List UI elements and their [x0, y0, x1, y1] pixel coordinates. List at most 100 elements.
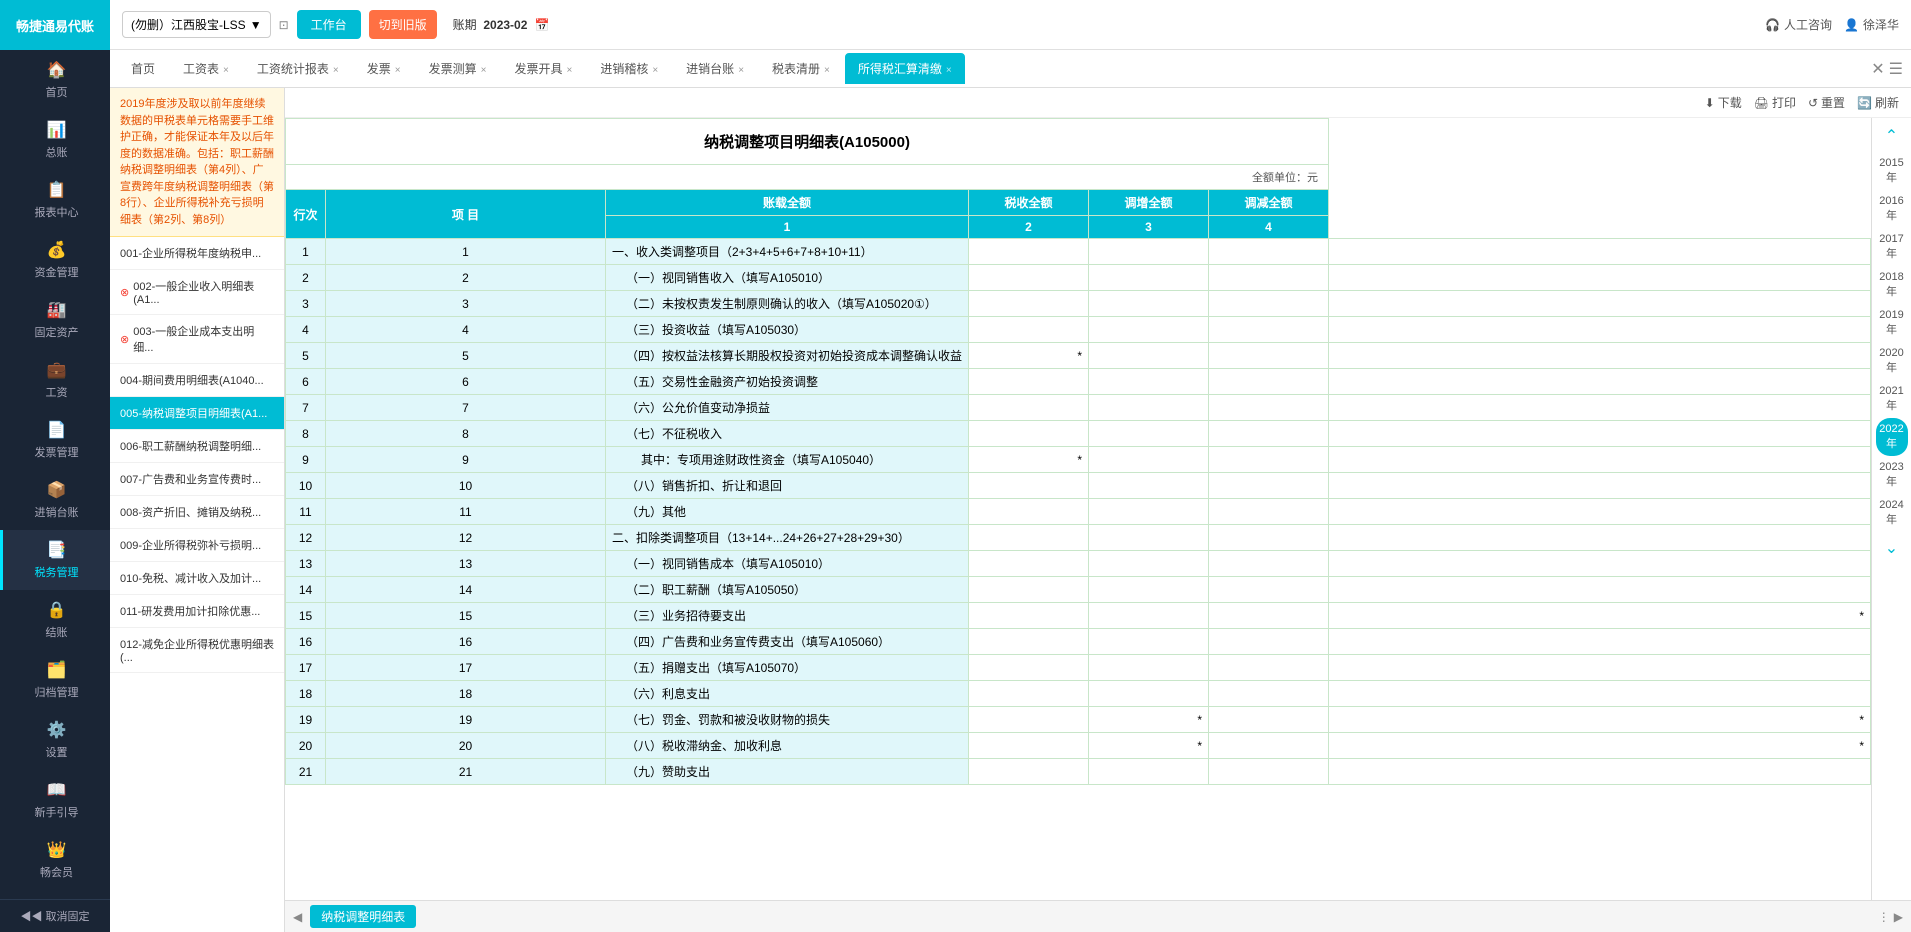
cell-v2-0[interactable]: [1089, 239, 1209, 265]
sidebar-item-总账[interactable]: 📊总账: [0, 110, 110, 170]
cell-v2-6[interactable]: [1089, 395, 1209, 421]
cell-v4-13[interactable]: [1329, 577, 1871, 603]
cell-v2-5[interactable]: [1089, 369, 1209, 395]
year-scroll-up[interactable]: ⌃: [1881, 122, 1902, 150]
cell-v4-0[interactable]: [1329, 239, 1871, 265]
cell-v1-11[interactable]: [969, 525, 1089, 551]
list-item-011[interactable]: 011-研发费用加计扣除优惠...: [110, 595, 284, 628]
cell-v2-3[interactable]: [1089, 317, 1209, 343]
nav-tab-4[interactable]: 发票测算×: [416, 53, 500, 84]
cell-v4-5[interactable]: [1329, 369, 1871, 395]
cell-v3-11[interactable]: [1209, 525, 1329, 551]
sidebar-item-进销台账[interactable]: 📦进销台账: [0, 470, 110, 530]
cell-v3-0[interactable]: [1209, 239, 1329, 265]
cell-v4-7[interactable]: [1329, 421, 1871, 447]
cell-v4-9[interactable]: [1329, 473, 1871, 499]
cell-v3-20[interactable]: [1209, 759, 1329, 785]
close-tabs-icon[interactable]: ✕: [1871, 59, 1884, 79]
nav-tab-9[interactable]: 所得税汇算清缴×: [845, 53, 965, 84]
sidebar-item-归档管理[interactable]: 🗂️归档管理: [0, 650, 110, 710]
cell-v2-13[interactable]: [1089, 577, 1209, 603]
cell-v1-17[interactable]: [969, 681, 1089, 707]
list-item-009[interactable]: 009-企业所得税弥补亏损明...: [110, 529, 284, 562]
cell-v1-0[interactable]: [969, 239, 1089, 265]
list-item-010[interactable]: 010-免税、减计收入及加计...: [110, 562, 284, 595]
more-tabs-icon[interactable]: ☰: [1889, 59, 1903, 79]
cell-v3-6[interactable]: [1209, 395, 1329, 421]
cell-v1-15[interactable]: [969, 629, 1089, 655]
cell-v2-9[interactable]: [1089, 473, 1209, 499]
cell-v2-4[interactable]: [1089, 343, 1209, 369]
list-item-007[interactable]: 007-广告费和业务宣传费时...: [110, 463, 284, 496]
nav-tab-2[interactable]: 工资统计报表×: [244, 53, 352, 84]
list-item-002[interactable]: ⊗002-一般企业收入明细表(A1...: [110, 270, 284, 315]
cell-v3-10[interactable]: [1209, 499, 1329, 525]
tab-close-1[interactable]: ×: [223, 65, 229, 76]
sidebar-item-固定资产[interactable]: 🏭固定资产: [0, 290, 110, 350]
cell-v3-7[interactable]: [1209, 421, 1329, 447]
cell-v1-19[interactable]: [969, 733, 1089, 759]
sidebar-item-畅会员[interactable]: 👑畅会员: [0, 830, 110, 890]
pin-toggle[interactable]: ◀◀ 取消固定: [0, 899, 110, 932]
bottom-more-icon[interactable]: ⋮: [1878, 910, 1890, 924]
tab-close-5[interactable]: ×: [566, 65, 572, 76]
cell-v1-9[interactable]: [969, 473, 1089, 499]
list-item-008[interactable]: 008-资产折旧、摊销及纳税...: [110, 496, 284, 529]
cell-v2-20[interactable]: [1089, 759, 1209, 785]
sidebar-item-资金管理[interactable]: 💰资金管理: [0, 230, 110, 290]
year-btn-2024年[interactable]: 2024年: [1876, 494, 1908, 532]
cell-v3-8[interactable]: [1209, 447, 1329, 473]
year-btn-2017年[interactable]: 2017年: [1876, 228, 1908, 266]
cell-v3-4[interactable]: [1209, 343, 1329, 369]
cell-v3-5[interactable]: [1209, 369, 1329, 395]
tab-close-2[interactable]: ×: [333, 65, 339, 76]
cell-v3-1[interactable]: [1209, 265, 1329, 291]
cell-v3-16[interactable]: [1209, 655, 1329, 681]
cell-v1-6[interactable]: [969, 395, 1089, 421]
cell-v4-15[interactable]: [1329, 629, 1871, 655]
bottom-tab-0[interactable]: 纳税调整明细表: [310, 905, 416, 928]
cell-v4-2[interactable]: [1329, 291, 1871, 317]
cell-v3-18[interactable]: [1209, 707, 1329, 733]
nav-tab-7[interactable]: 进销台账×: [673, 53, 757, 84]
year-btn-2015年[interactable]: 2015年: [1876, 152, 1908, 190]
cell-v1-20[interactable]: [969, 759, 1089, 785]
cell-v3-12[interactable]: [1209, 551, 1329, 577]
company-selector[interactable]: (勿删）江西股宝-LSS ▼: [122, 11, 271, 38]
service-button[interactable]: 🎧 人工咨询: [1765, 16, 1832, 33]
cell-v3-19[interactable]: [1209, 733, 1329, 759]
sidebar-item-工资[interactable]: 💼工资: [0, 350, 110, 410]
cell-v2-14[interactable]: [1089, 603, 1209, 629]
cell-v2-18[interactable]: *: [1089, 707, 1209, 733]
cell-v1-13[interactable]: [969, 577, 1089, 603]
cell-v3-9[interactable]: [1209, 473, 1329, 499]
cell-v2-8[interactable]: [1089, 447, 1209, 473]
sidebar-item-新手引导[interactable]: 📖新手引导: [0, 770, 110, 830]
user-menu[interactable]: 👤 徐泽华: [1844, 16, 1899, 33]
cell-v1-5[interactable]: [969, 369, 1089, 395]
cell-v1-14[interactable]: [969, 603, 1089, 629]
year-btn-2020年[interactable]: 2020年: [1876, 342, 1908, 380]
cell-v1-4[interactable]: *: [969, 343, 1089, 369]
cell-v4-4[interactable]: [1329, 343, 1871, 369]
cell-v4-14[interactable]: *: [1329, 603, 1871, 629]
sidebar-item-结账[interactable]: 🔒结账: [0, 590, 110, 650]
copy-icon[interactable]: ⊡: [279, 18, 289, 32]
cell-v1-8[interactable]: *: [969, 447, 1089, 473]
tab-close-3[interactable]: ×: [395, 65, 401, 76]
cell-v4-3[interactable]: [1329, 317, 1871, 343]
cell-v3-3[interactable]: [1209, 317, 1329, 343]
sidebar-item-设置[interactable]: ⚙️设置: [0, 710, 110, 770]
cell-v1-3[interactable]: [969, 317, 1089, 343]
download-button[interactable]: ⬇ 下载: [1705, 94, 1742, 111]
old-version-button[interactable]: 切到旧版: [369, 10, 437, 39]
nav-tab-8[interactable]: 税表清册×: [759, 53, 843, 84]
cell-v4-8[interactable]: [1329, 447, 1871, 473]
nav-tab-5[interactable]: 发票开具×: [501, 53, 585, 84]
cell-v1-16[interactable]: [969, 655, 1089, 681]
cell-v2-12[interactable]: [1089, 551, 1209, 577]
tab-close-6[interactable]: ×: [652, 65, 658, 76]
year-btn-2016年[interactable]: 2016年: [1876, 190, 1908, 228]
list-item-004[interactable]: 004-期间费用明细表(A1040...: [110, 364, 284, 397]
cell-v3-2[interactable]: [1209, 291, 1329, 317]
